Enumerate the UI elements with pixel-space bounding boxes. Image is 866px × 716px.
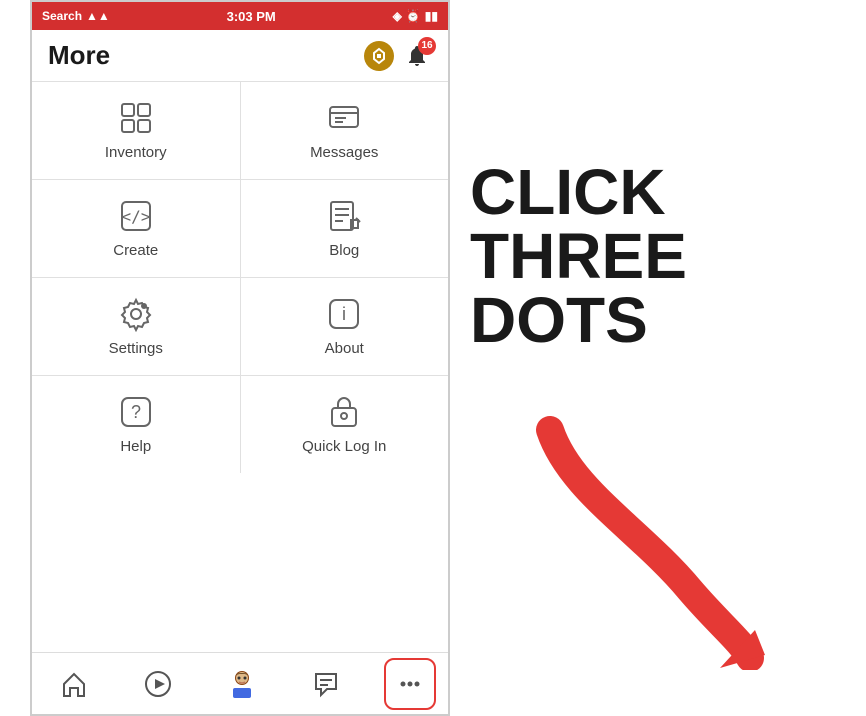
help-label: Help — [120, 438, 151, 455]
menu-content: Inventory Messages — [32, 82, 448, 654]
menu-item-about[interactable]: i About — [241, 278, 449, 375]
menu-item-create[interactable]: </> Create — [32, 180, 240, 277]
help-icon: ? — [118, 394, 154, 430]
annotation-text: CLICK THREE DOTS — [470, 160, 840, 352]
about-label: About — [325, 340, 364, 357]
alarm-icon: ⏰ — [406, 9, 421, 23]
page-title: More — [48, 40, 110, 71]
nav-more[interactable] — [384, 658, 436, 710]
chat-icon — [312, 670, 340, 698]
messages-icon — [326, 100, 362, 136]
settings-label: Settings — [109, 340, 163, 357]
settings-icon — [118, 296, 154, 332]
nav-home[interactable] — [48, 658, 100, 710]
messages-label: Messages — [310, 144, 378, 161]
create-label: Create — [113, 242, 158, 259]
status-bar: Search ▲▲ 3:03 PM ◈ ⏰ ▮▮ — [32, 2, 448, 30]
blog-icon — [326, 198, 362, 234]
menu-item-inventory[interactable]: Inventory — [32, 82, 240, 179]
more-dots-icon — [396, 670, 424, 698]
svg-text:</>: </> — [121, 207, 150, 226]
menu-item-blog[interactable]: Blog — [241, 180, 449, 277]
signal-icon: ▲▲ — [86, 9, 110, 23]
quicklogin-label: Quick Log In — [302, 438, 386, 455]
menu-grid: Inventory Messages — [32, 82, 448, 473]
notification-icon[interactable]: 16 — [402, 41, 432, 71]
menu-item-quicklogin[interactable]: Quick Log In — [241, 376, 449, 473]
header-icons: 16 — [364, 41, 432, 71]
inventory-label: Inventory — [105, 144, 167, 161]
battery-icon: ▮▮ — [425, 9, 438, 23]
create-icon: </> — [118, 198, 154, 234]
app-header: More 16 — [32, 30, 448, 82]
search-label: Search — [42, 9, 82, 23]
nav-chat[interactable] — [300, 658, 352, 710]
status-bar-left: Search ▲▲ — [42, 9, 110, 23]
svg-text:i: i — [342, 304, 346, 324]
blog-label: Blog — [329, 242, 359, 259]
quicklogin-icon — [326, 394, 362, 430]
phone-frame: Search ▲▲ 3:03 PM ◈ ⏰ ▮▮ More 16 — [30, 0, 450, 716]
svg-text:?: ? — [131, 402, 141, 422]
status-bar-right: ◈ ⏰ ▮▮ — [393, 9, 438, 23]
menu-item-messages[interactable]: Messages — [241, 82, 449, 179]
nav-avatar[interactable] — [216, 658, 268, 710]
inventory-icon — [118, 100, 154, 136]
bottom-nav — [32, 652, 450, 714]
about-icon: i — [326, 296, 362, 332]
menu-item-settings[interactable]: Settings — [32, 278, 240, 375]
avatar-icon — [226, 668, 258, 700]
home-icon — [60, 670, 88, 698]
annotation-arrow — [490, 410, 790, 670]
location-icon: ◈ — [393, 9, 402, 23]
status-bar-time: 3:03 PM — [227, 9, 276, 24]
nav-play[interactable] — [132, 658, 184, 710]
robux-icon[interactable] — [364, 41, 394, 71]
play-icon — [144, 670, 172, 698]
annotation-overlay: CLICK THREE DOTS — [460, 80, 840, 680]
menu-item-help[interactable]: ? Help — [32, 376, 240, 473]
notification-badge: 16 — [418, 37, 436, 55]
